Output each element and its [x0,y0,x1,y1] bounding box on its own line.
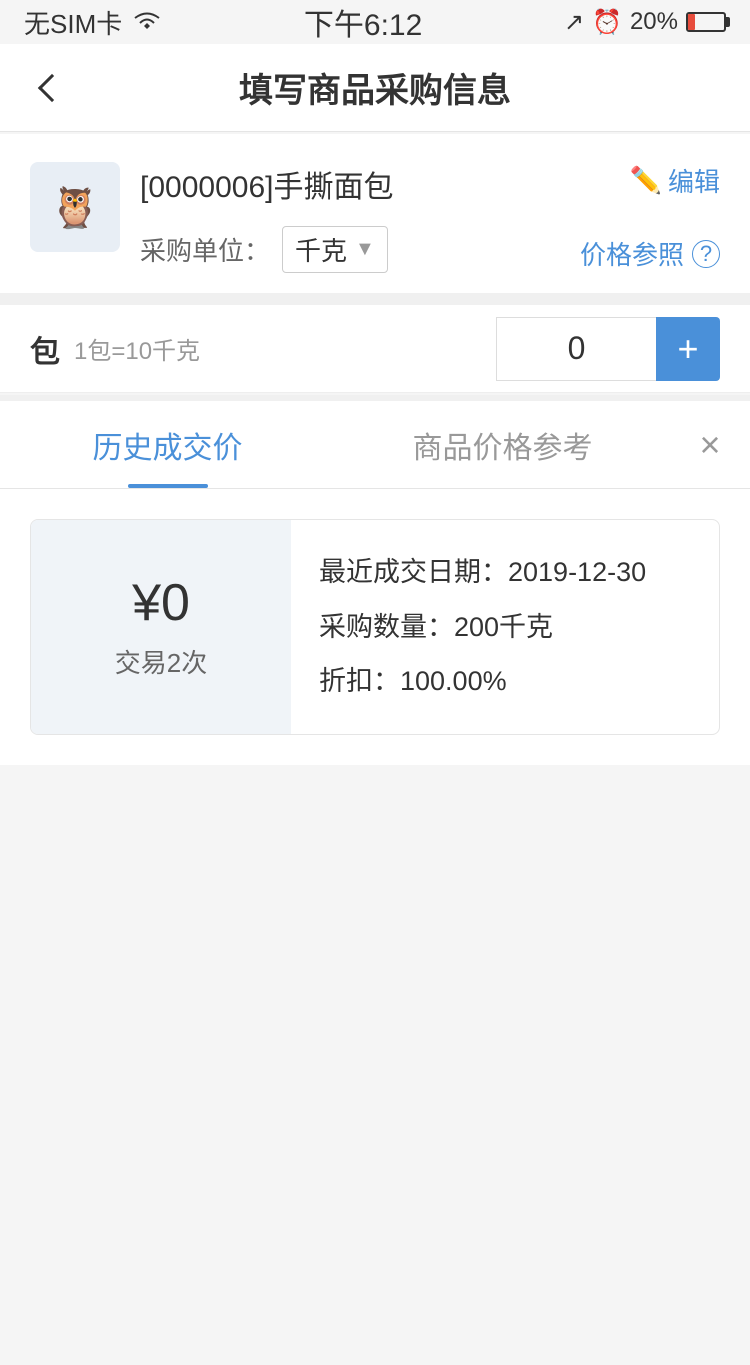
status-time: 下午6:12 [304,0,422,44]
product-header: 🦉 [0000006]手撕面包 采购单位： 千克 ▼ ✏️ 编辑 价格参照 [30,162,720,273]
tabs-section: 历史成交价 商品价格参考 × ¥0 交易2次 最近成交日期：2019-12-30… [0,395,750,765]
price-currency: ¥ [132,574,161,632]
price-value: 0 [161,574,190,632]
unit-conversion: 1包=10千克 [74,331,200,366]
page-title: 填写商品采购信息 [239,63,511,112]
product-image: 🦉 [30,162,120,252]
product-icon: 🦉 [50,184,100,231]
unit-selector[interactable]: 千克 ▼ [282,226,388,273]
tab-history-price[interactable]: 历史成交价 [0,401,335,488]
discount-value: 100.00% [400,666,507,696]
tab-history-label: 历史成交价 [93,423,243,467]
back-button[interactable] [28,64,76,112]
price-ref-button[interactable]: 价格参照 ? [580,235,720,272]
tab-close-button[interactable]: × [670,401,750,488]
edit-label: 编辑 [668,162,720,199]
product-unit-row: 采购单位： 千克 ▼ [140,226,393,273]
quantity-label: 包 1包=10千克 [30,327,200,371]
back-arrow-icon [38,73,66,101]
product-name: [0000006]手撕面包 [140,162,393,206]
history-content: ¥0 交易2次 最近成交日期：2019-12-30 采购数量：200千克 折扣：… [0,489,750,765]
recent-date-row: 最近成交日期：2019-12-30 [319,552,691,593]
price-display: ¥0 [132,573,190,633]
purchase-qty-row: 采购数量：200千克 [319,607,691,648]
status-bar: 无SIM卡 下午6:12 ↗ ⏰ 20% [0,0,750,44]
tab-product-price[interactable]: 商品价格参考 [335,401,670,488]
quantity-input[interactable] [496,317,656,381]
product-info: [0000006]手撕面包 采购单位： 千克 ▼ [140,162,393,273]
quantity-unit: 包 [30,327,60,371]
status-right: ↗ ⏰ 20% [564,8,726,37]
nav-bar: 填写商品采购信息 [0,44,750,132]
edit-icon: ✏️ [630,165,662,196]
tab-active-underline [128,484,208,488]
price-ref-label: 价格参照 [580,235,684,272]
unit-label: 采购单位： [140,231,270,268]
unit-dropdown-arrow-icon: ▼ [355,238,375,261]
help-icon: ? [692,240,720,268]
tabs-header: 历史成交价 商品价格参考 × [0,401,750,489]
status-left: 无SIM卡 [24,4,162,41]
unit-value: 千克 [295,231,347,268]
quantity-input-area: + [496,317,720,381]
product-section: 🦉 [0000006]手撕面包 采购单位： 千克 ▼ ✏️ 编辑 价格参照 [0,134,750,293]
discount-row: 折扣：100.00% [319,661,691,702]
quantity-plus-button[interactable]: + [656,317,720,381]
edit-button[interactable]: ✏️ 编辑 [630,162,720,199]
location-icon: ↗ [564,8,584,37]
price-card: ¥0 交易2次 最近成交日期：2019-12-30 采购数量：200千克 折扣：… [30,519,720,735]
product-left: 🦉 [0000006]手撕面包 采购单位： 千克 ▼ [30,162,393,273]
bottom-area [0,765,750,1365]
recent-date-label: 最近成交日期： [319,557,508,587]
transaction-count: 交易2次 [115,643,207,680]
alarm-icon: ⏰ [592,8,622,37]
battery-text: 20% [630,8,678,36]
recent-date-value: 2019-12-30 [508,557,646,587]
purchase-qty-label: 采购数量： [319,612,454,642]
tab-product-label: 商品价格参考 [413,423,593,467]
section-divider [0,293,750,305]
signal-text: 无SIM卡 [24,4,122,41]
purchase-qty-value: 200千克 [454,612,553,642]
quantity-section: 包 1包=10千克 + [0,305,750,393]
price-card-left: ¥0 交易2次 [31,520,291,734]
wifi-icon [132,11,162,33]
battery-icon [686,12,726,32]
product-actions: ✏️ 编辑 价格参照 ? [580,162,720,272]
price-card-right: 最近成交日期：2019-12-30 采购数量：200千克 折扣：100.00% [291,520,719,734]
discount-label: 折扣： [319,666,400,696]
